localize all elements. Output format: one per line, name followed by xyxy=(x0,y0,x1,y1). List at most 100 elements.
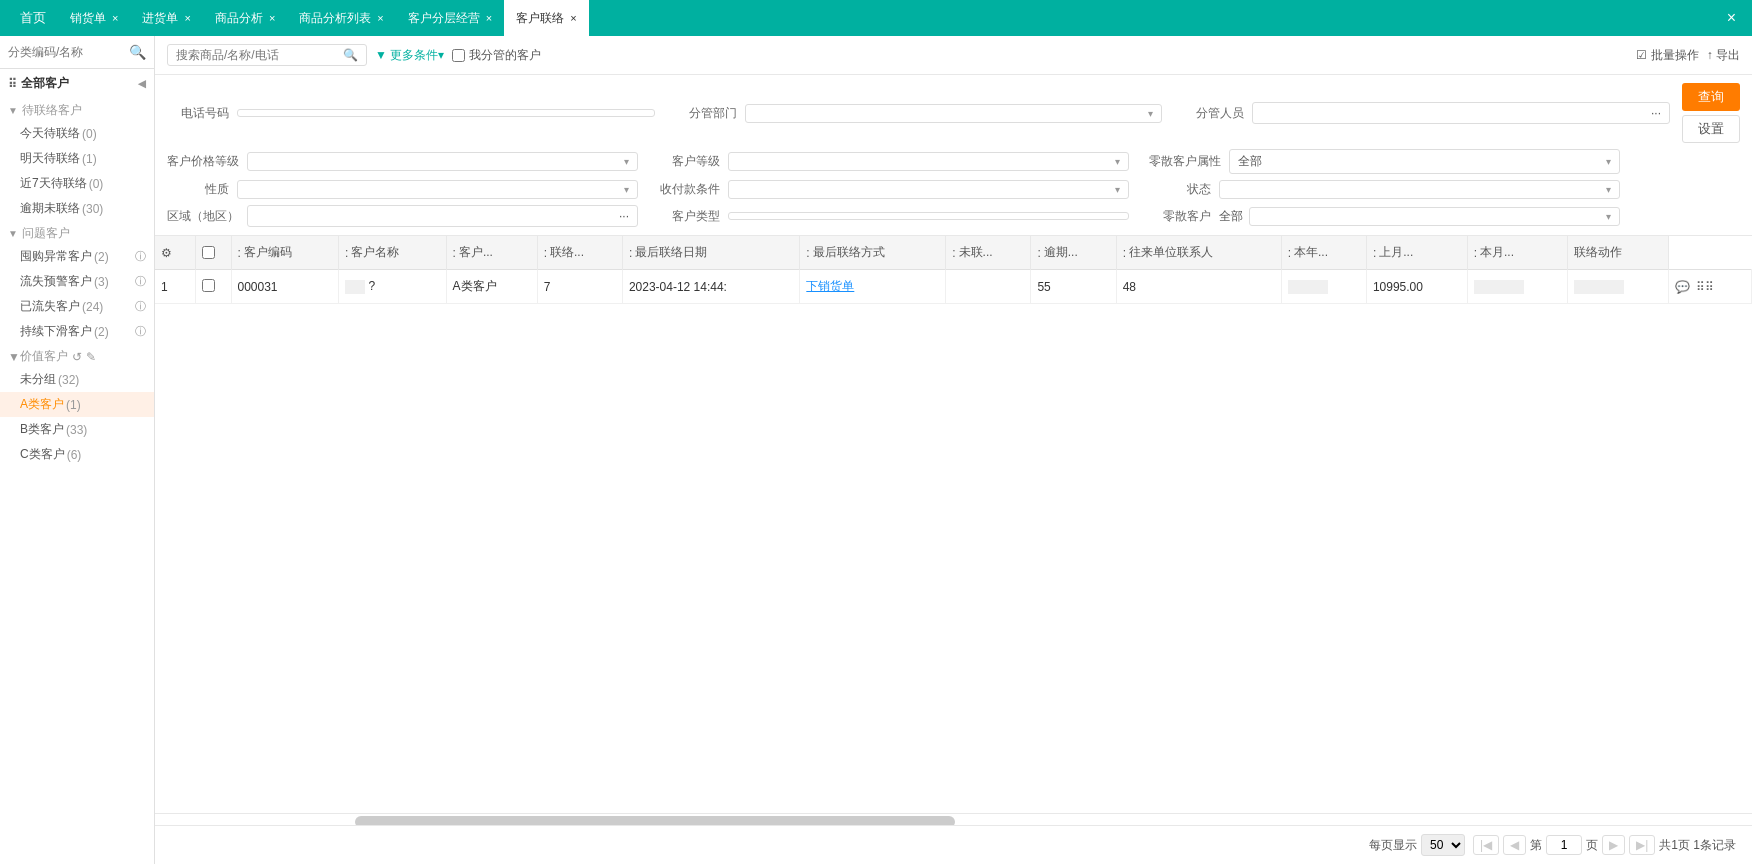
col-this-month[interactable]: : 本月... xyxy=(1467,236,1568,270)
sidebar-item-class-a[interactable]: A类客户 (1) xyxy=(0,392,154,417)
close-sales-order-icon[interactable]: × xyxy=(112,12,118,24)
problem-customers-group[interactable]: ▼ 问题客户 xyxy=(0,221,154,244)
sidebar-item-class-b[interactable]: B类客户 (33) xyxy=(0,417,154,442)
qr-icon[interactable]: ⠿⠿ xyxy=(1696,280,1714,294)
first-page-button[interactable]: |◀ xyxy=(1473,835,1499,855)
refresh-icon[interactable]: ↺ xyxy=(72,350,82,364)
sidebar-item-hoarding-anomaly[interactable]: 囤购异常客户 (2) ⓘ xyxy=(0,244,154,269)
export-button[interactable]: ↑ 导出 xyxy=(1707,47,1740,64)
query-button[interactable]: 查询 xyxy=(1682,83,1740,111)
col-last-month[interactable]: : 上月... xyxy=(1366,236,1467,270)
retail-attr-select[interactable]: 全部 ▾ xyxy=(1229,149,1620,174)
next-page-button[interactable]: ▶ xyxy=(1602,835,1625,855)
col-this-year[interactable]: : 本年... xyxy=(1281,236,1366,270)
pending-contact-group[interactable]: ▼ 待联络客户 xyxy=(0,98,154,121)
main-search-input[interactable] xyxy=(176,48,343,62)
chat-icon[interactable]: 💬 xyxy=(1675,280,1690,294)
sidebar-item-7days-pending[interactable]: 近7天待联络 (0) xyxy=(0,171,154,196)
col-no-contact[interactable]: : 未联... xyxy=(946,236,1031,270)
dept-select[interactable]: ▾ xyxy=(745,104,1163,123)
batch-ops-button[interactable]: ☑ 批量操作 xyxy=(1636,47,1698,64)
customer-type-input[interactable] xyxy=(728,212,1129,220)
region-input[interactable]: ··· xyxy=(247,205,638,227)
nature-arrow: ▾ xyxy=(624,184,629,195)
close-product-analysis-icon[interactable]: × xyxy=(269,12,275,24)
tab-customer-contact[interactable]: 客户联络 × xyxy=(504,0,588,36)
sidebar-item-class-c[interactable]: C类客户 (6) xyxy=(0,442,154,467)
cell-last-method[interactable]: 下销货单 xyxy=(800,270,946,304)
col-customer-name[interactable]: : 客户名称 xyxy=(339,236,447,270)
cell-this-month xyxy=(1568,270,1669,304)
edit-icon[interactable]: ✎ xyxy=(86,350,96,364)
close-all-button[interactable]: × xyxy=(1719,9,1744,27)
price-level-select[interactable]: ▾ xyxy=(247,152,638,171)
tab-sales-order[interactable]: 销货单 × xyxy=(58,0,130,36)
phone-filter: 电话号码 xyxy=(167,105,655,122)
cell-name: ? xyxy=(339,270,447,304)
tab-customer-segment[interactable]: 客户分层经营 × xyxy=(396,0,504,36)
horizontal-scrollbar[interactable] xyxy=(155,813,1752,825)
sidebar-item-tomorrow-pending[interactable]: 明天待联络 (1) xyxy=(0,146,154,171)
col-last-month-sort: : xyxy=(1373,246,1376,260)
close-purchase-order-icon[interactable]: × xyxy=(184,12,190,24)
col-last-contact-method[interactable]: : 最后联络方式 xyxy=(800,236,946,270)
col-last-contact-date[interactable]: : 最后联络日期 xyxy=(622,236,799,270)
select-all-checkbox[interactable] xyxy=(202,246,215,259)
last-method-link[interactable]: 下销货单 xyxy=(806,279,854,293)
all-customers-header[interactable]: ⠿ 全部客户 ◀ xyxy=(0,69,154,98)
close-product-list-icon[interactable]: × xyxy=(377,12,383,24)
manager-input[interactable]: ··· xyxy=(1252,102,1670,124)
retail-customer-value: 全部 xyxy=(1219,208,1243,225)
col-overdue[interactable]: : 逾期... xyxy=(1031,236,1116,270)
payment-select[interactable]: ▾ xyxy=(728,180,1129,199)
customer-level-arrow: ▾ xyxy=(1115,156,1120,167)
settings-button[interactable]: 设置 xyxy=(1682,115,1740,143)
more-filters-button[interactable]: ▼ 更多条件 ▾ xyxy=(375,47,444,64)
my-customers-checkbox-area[interactable]: 我分管的客户 xyxy=(452,47,541,64)
close-customer-segment-icon[interactable]: × xyxy=(486,12,492,24)
col-checkbox[interactable] xyxy=(195,236,231,270)
contact-person-block xyxy=(1288,280,1328,294)
price-level-filter: 客户价格等级 ▾ xyxy=(167,152,638,171)
price-level-arrow: ▾ xyxy=(624,156,629,167)
tab-product-analysis-list[interactable]: 商品分析列表 × xyxy=(287,0,395,36)
phone-label: 电话号码 xyxy=(167,105,237,122)
col-customer-type[interactable]: : 客户... xyxy=(446,236,537,270)
advanced-filters-panel: 电话号码 分管部门 ▾ 分管人员 ··· xyxy=(155,75,1752,236)
phone-input[interactable] xyxy=(237,109,655,117)
close-customer-contact-icon[interactable]: × xyxy=(570,12,576,24)
sidebar-item-declining[interactable]: 持续下滑客户 (2) ⓘ xyxy=(0,319,154,344)
sidebar-item-churn-warning[interactable]: 流失预警客户 (3) ⓘ xyxy=(0,269,154,294)
main-search-icon[interactable]: 🔍 xyxy=(343,48,358,62)
tab-product-analysis[interactable]: 商品分析 × xyxy=(203,0,287,36)
col-contact-person[interactable]: : 往来单位联系人 xyxy=(1116,236,1281,270)
prev-page-button[interactable]: ◀ xyxy=(1503,835,1526,855)
sidebar-search-icon[interactable]: 🔍 xyxy=(129,44,146,60)
sidebar-item-ungrouped[interactable]: 未分组 (32) xyxy=(0,367,154,392)
status-select[interactable]: ▾ xyxy=(1219,180,1620,199)
col-customer-code[interactable]: : 客户编码 xyxy=(231,236,339,270)
page-number-input[interactable] xyxy=(1546,835,1582,855)
sidebar-item-overdue-contact[interactable]: 逾期未联络 (30) xyxy=(0,196,154,221)
nature-select[interactable]: ▾ xyxy=(237,180,638,199)
col-contact-count[interactable]: : 联络... xyxy=(537,236,622,270)
customer-level-label: 客户等级 xyxy=(658,153,728,170)
retail-customer-select[interactable]: ▾ xyxy=(1249,207,1620,226)
sidebar-item-churned[interactable]: 已流失客户 (24) ⓘ xyxy=(0,294,154,319)
last-page-button[interactable]: ▶| xyxy=(1629,835,1655,855)
dept-label: 分管部门 xyxy=(675,105,745,122)
sidebar-search-input[interactable] xyxy=(8,45,129,59)
col-settings[interactable]: ⚙ xyxy=(155,236,195,270)
customer-level-select[interactable]: ▾ xyxy=(728,152,1129,171)
tab-purchase-order[interactable]: 进货单 × xyxy=(130,0,202,36)
sidebar-item-today-pending[interactable]: 今天待联络 (0) xyxy=(0,121,154,146)
retail-attr-filter: 零散客户属性 全部 ▾ xyxy=(1149,149,1620,174)
my-customers-checkbox[interactable] xyxy=(452,49,465,62)
row-checkbox[interactable] xyxy=(202,279,215,292)
cell-overdue: 55 xyxy=(1031,270,1116,304)
home-tab[interactable]: 首页 xyxy=(8,9,58,27)
pagination-bar: 每页显示 50 |◀ ◀ 第 页 ▶ ▶| 共1页 1条记录 xyxy=(155,825,1752,864)
cell-checkbox[interactable] xyxy=(195,270,231,304)
page-size-select[interactable]: 50 xyxy=(1421,834,1465,856)
info-icon-hoarding: ⓘ xyxy=(135,249,146,264)
